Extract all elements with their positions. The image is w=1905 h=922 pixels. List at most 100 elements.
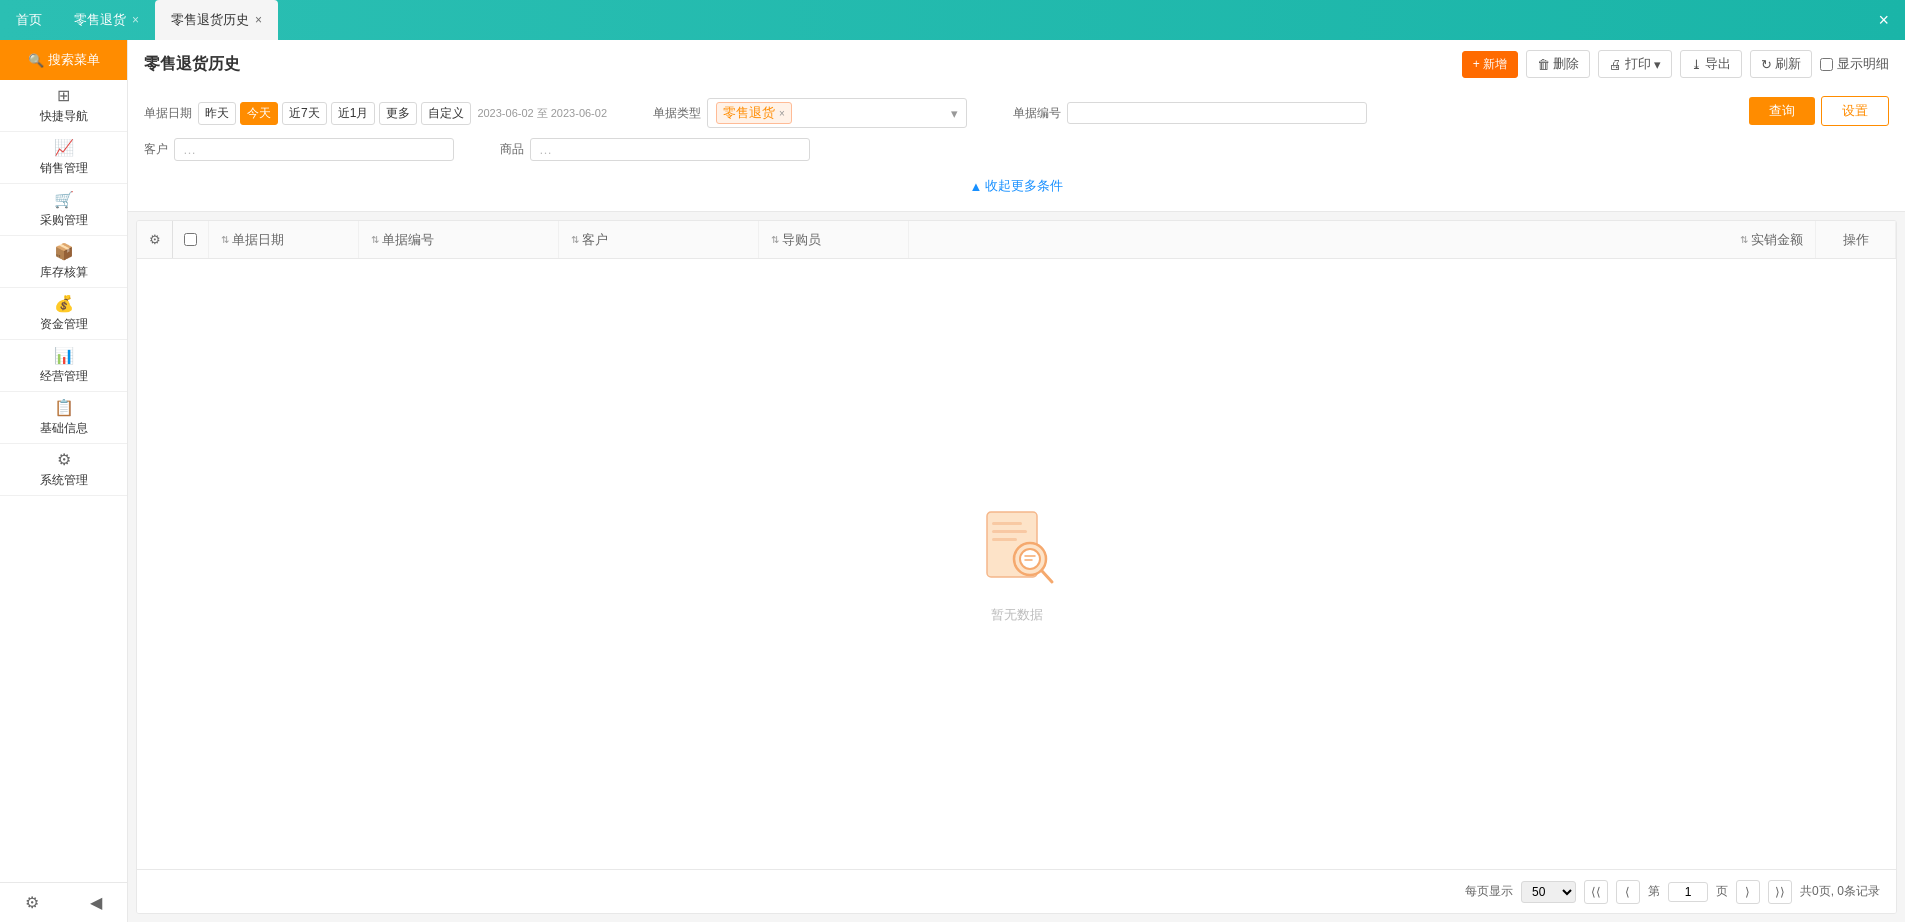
type-tag-text: 零售退货 [723,104,775,122]
date-btn-yesterday[interactable]: 昨天 [198,102,236,125]
sidebar-item-purchase-label: 采购管理 [40,212,88,229]
tab-retail-return[interactable]: 零售退货 × [58,0,155,40]
select-all-checkbox[interactable] [184,233,197,246]
th-customer[interactable]: ⇅ 客户 [559,221,759,258]
tab-home[interactable]: 首页 [0,0,58,40]
content-area: 零售退货历史 + 新增 🗑 删除 🖨 打印 ▾ ⤓ 导出 [128,40,1905,922]
tab-bar: 首页 零售退货 × 零售退货历史 × [0,0,1862,40]
sidebar: 🔍 搜索菜单 ⊞ 快捷导航 📈 销售管理 🛒 采购管理 📦 库存核算 💰 [0,40,128,922]
filter-no: 单据编号 [1013,102,1367,124]
filter-date: 单据日期 昨天 今天 近7天 近1月 更多 自定义 2023-06-02 至 2… [144,102,607,125]
main-layout: 🔍 搜索菜单 ⊞ 快捷导航 📈 销售管理 🛒 采购管理 📦 库存核算 💰 [0,40,1905,922]
no-input[interactable] [1067,102,1367,124]
print-dropdown-icon: ▾ [1654,57,1661,72]
settings-button[interactable]: 设置 [1821,96,1889,126]
sidebar-item-finance[interactable]: 💰 资金管理 [0,288,127,340]
show-detail-checkbox[interactable] [1820,58,1833,71]
page-label: 第 [1648,883,1660,900]
sidebar-item-sales-label: 销售管理 [40,160,88,177]
page-unit: 页 [1716,883,1728,900]
per-page-label: 每页显示 [1465,883,1513,900]
date-btn-7days[interactable]: 近7天 [282,102,327,125]
date-btn-custom[interactable]: 自定义 [421,102,471,125]
sidebar-item-inventory-label: 库存核算 [40,264,88,281]
basic-info-icon: 📋 [54,398,74,417]
sidebar-item-sales[interactable]: 📈 销售管理 [0,132,127,184]
date-btn-1month[interactable]: 近1月 [331,102,376,125]
sidebar-item-operations-label: 经营管理 [40,368,88,385]
type-select-dropdown-icon: ▾ [951,106,958,121]
print-button[interactable]: 🖨 打印 ▾ [1598,50,1672,78]
tab-retail-return-history-close[interactable]: × [255,13,262,27]
sidebar-item-basic-info[interactable]: 📋 基础信息 [0,392,127,444]
type-tag-close[interactable]: × [779,108,785,119]
sidebar-item-system[interactable]: ⚙ 系统管理 [0,444,127,496]
th-guide[interactable]: ⇅ 导购员 [759,221,909,258]
filter-row-1: 单据日期 昨天 今天 近7天 近1月 更多 自定义 2023-06-02 至 2… [144,96,1889,130]
page-title-row: 零售退货历史 + 新增 🗑 删除 🖨 打印 ▾ ⤓ 导出 [144,50,1889,78]
pagination-last[interactable]: ⟩⟩ [1768,880,1792,904]
empty-state: 暂无数据 [972,504,1062,624]
tab-retail-return-history[interactable]: 零售退货历史 × [155,0,278,40]
refresh-icon: ↻ [1761,57,1772,72]
th-no[interactable]: ⇅ 单据编号 [359,221,559,258]
pagination-prev[interactable]: ⟨ [1616,880,1640,904]
svg-line-6 [1042,571,1052,582]
finance-icon: 💰 [54,294,74,313]
delete-button[interactable]: 🗑 删除 [1526,50,1590,78]
top-bar: 首页 零售退货 × 零售退货历史 × × [0,0,1905,40]
th-amount-label: 实销金额 [1751,231,1803,249]
show-detail-label: 显示明细 [1820,55,1889,73]
export-button[interactable]: ⤓ 导出 [1680,50,1742,78]
th-settings[interactable]: ⚙ [137,221,173,258]
query-button[interactable]: 查询 [1749,97,1815,125]
collapse-label: 收起更多条件 [985,177,1063,195]
sidebar-bottom: ⚙ ◀ [0,882,127,922]
inventory-icon: 📦 [54,242,74,261]
sidebar-item-purchase[interactable]: 🛒 采购管理 [0,184,127,236]
type-select[interactable]: 零售退货 × ▾ [707,98,967,128]
th-no-label: 单据编号 [382,231,434,249]
th-amount[interactable]: ⇅ 实销金额 [909,221,1816,258]
sidebar-item-inventory[interactable]: 📦 库存核算 [0,236,127,288]
filter-area: 单据日期 昨天 今天 近7天 近1月 更多 自定义 2023-06-02 至 2… [144,88,1889,211]
sidebar-search[interactable]: 🔍 搜索菜单 [0,40,127,80]
sort-icon-date: ⇅ [221,234,229,245]
svg-rect-1 [992,522,1022,525]
sidebar-item-quick-nav[interactable]: ⊞ 快捷导航 [0,80,127,132]
sort-icon-guide: ⇅ [771,234,779,245]
type-filter-label: 单据类型 [653,105,701,122]
filter-row-2: 客户 … 商品 … [144,138,1889,161]
pagination-total: 共0页, 0条记录 [1800,883,1880,900]
toolbar: + 新增 🗑 删除 🖨 打印 ▾ ⤓ 导出 ↻ [1462,50,1889,78]
sidebar-collapse-button[interactable]: ◀ [90,893,102,912]
filter-actions: ▲ 收起更多条件 [144,169,1889,203]
th-guide-label: 导购员 [782,231,821,249]
svg-rect-2 [992,530,1027,533]
add-button[interactable]: + 新增 [1462,51,1518,78]
export-icon: ⤓ [1691,57,1702,72]
sidebar-settings-button[interactable]: ⚙ [25,893,39,912]
date-buttons: 昨天 今天 近7天 近1月 更多 自定义 [198,102,471,125]
per-page-select[interactable]: 50 100 200 [1521,881,1576,903]
refresh-button[interactable]: ↻ 刷新 [1750,50,1812,78]
page-input[interactable] [1668,882,1708,902]
column-settings-icon[interactable]: ⚙ [149,232,161,247]
th-date[interactable]: ⇅ 单据日期 [209,221,359,258]
collapse-button[interactable]: ▲ 收起更多条件 [962,173,1072,199]
goods-select[interactable]: … [530,138,810,161]
table-body: 暂无数据 [137,259,1896,869]
pagination-first[interactable]: ⟨⟨ [1584,880,1608,904]
pagination-next[interactable]: ⟩ [1736,880,1760,904]
customer-select[interactable]: … [174,138,454,161]
tab-retail-return-close[interactable]: × [132,13,139,27]
svg-rect-3 [992,538,1017,541]
type-tag: 零售退货 × [716,102,792,124]
tab-retail-return-history-label: 零售退货历史 [171,11,249,29]
sidebar-item-operations[interactable]: 📊 经营管理 [0,340,127,392]
svg-point-5 [1020,549,1040,569]
sidebar-item-basic-info-label: 基础信息 [40,420,88,437]
date-btn-today[interactable]: 今天 [240,102,278,125]
window-close-button[interactable]: × [1862,10,1905,31]
date-btn-more[interactable]: 更多 [379,102,417,125]
